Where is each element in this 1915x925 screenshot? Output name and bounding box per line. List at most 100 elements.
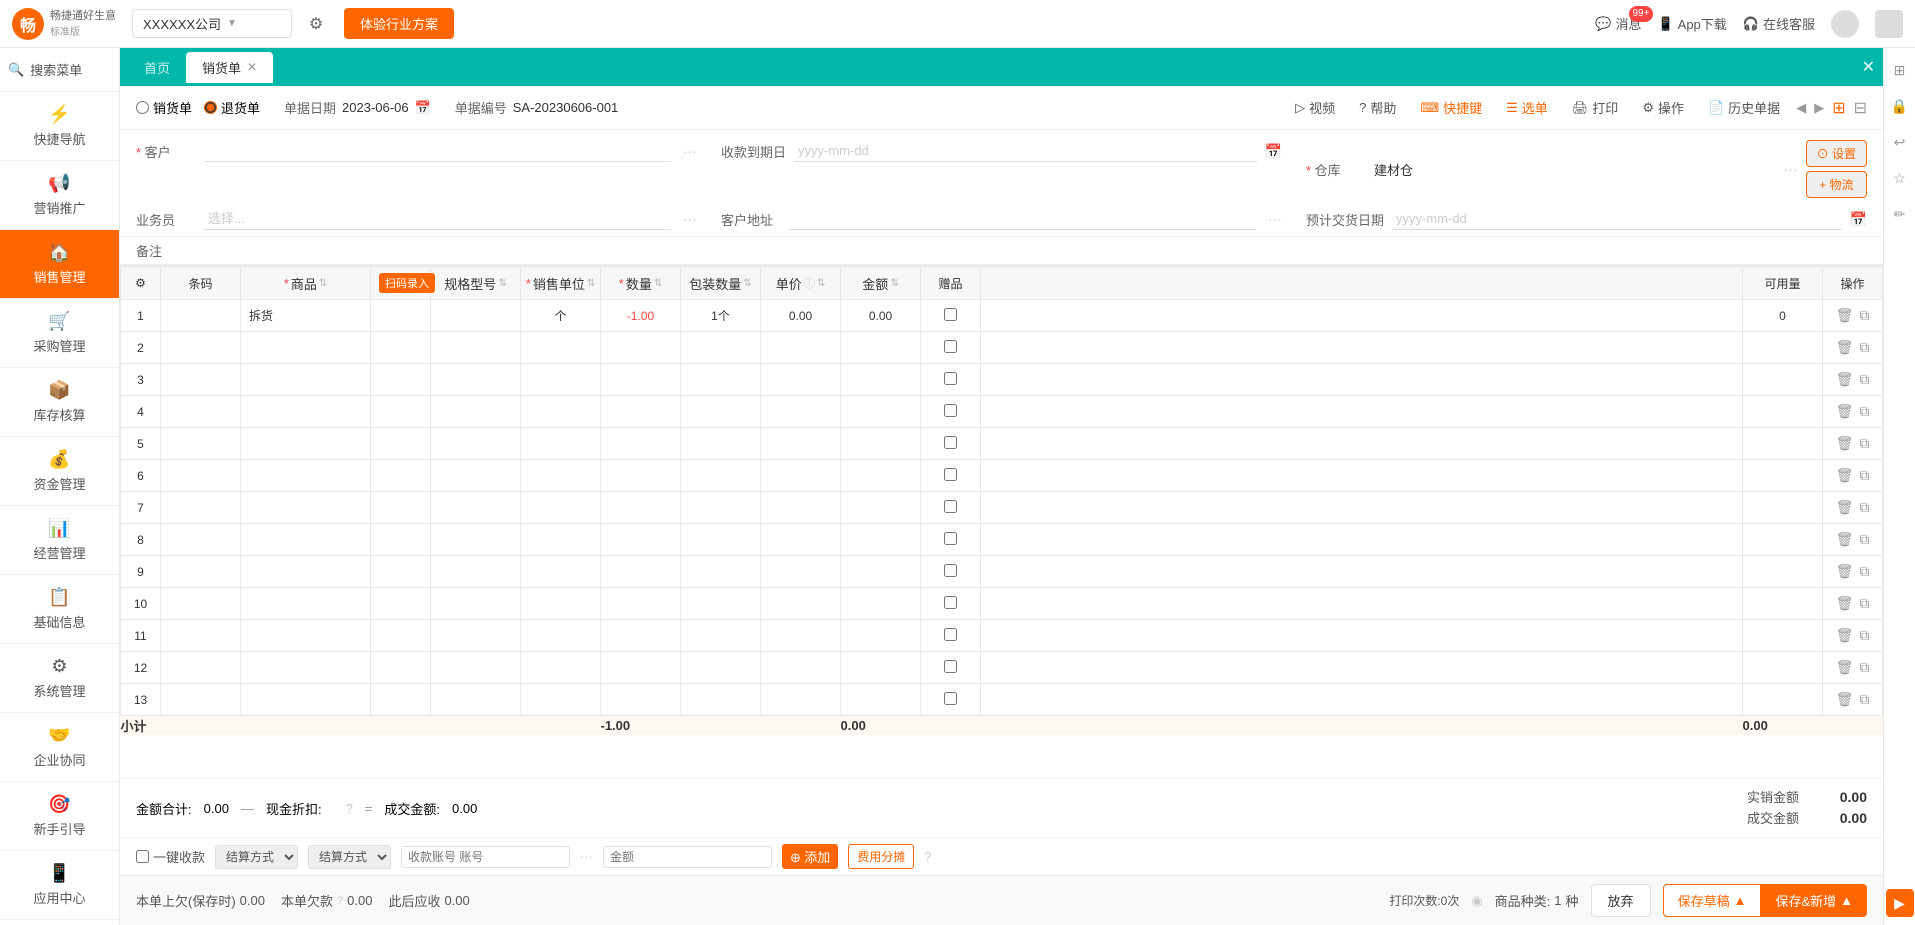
gift-checkbox[interactable]	[944, 660, 957, 673]
sidebar-item-operations[interactable]: 📊 经营管理	[0, 506, 119, 575]
cell-gift[interactable]	[921, 588, 981, 620]
help-button[interactable]: ? 帮助	[1351, 94, 1404, 121]
expected-delivery-input[interactable]	[1392, 208, 1842, 230]
tab-sales-order[interactable]: 销货单 ✕	[186, 52, 273, 83]
sidebar-item-system[interactable]: ⚙ 系统管理	[0, 644, 119, 713]
radio-sale-order[interactable]: 销货单	[136, 98, 192, 117]
gift-checkbox[interactable]	[944, 372, 957, 385]
delete-row-icon[interactable]: 🗑	[1836, 531, 1854, 548]
gift-checkbox[interactable]	[944, 404, 957, 417]
sidebar-item-quick-nav[interactable]: ⚡ 快捷导航	[0, 92, 119, 161]
cell-gift[interactable]	[921, 652, 981, 684]
cell-price[interactable]	[761, 428, 841, 460]
delete-row-icon[interactable]: 🗑	[1836, 595, 1854, 612]
delete-row-icon[interactable]: 🗑	[1836, 691, 1854, 708]
video-button[interactable]: ▷ 视频	[1287, 94, 1343, 121]
sidebar-item-app-center[interactable]: 📱 应用中心	[0, 851, 119, 920]
sidebar-item-sales[interactable]: 🏠 销售管理	[0, 230, 119, 299]
expense-split-button[interactable]: 费用分摊	[848, 844, 914, 869]
cell-spec[interactable]	[431, 524, 521, 556]
cell-qty[interactable]	[601, 556, 681, 588]
barcode-input[interactable]	[169, 629, 232, 643]
discount-help-icon[interactable]: ?	[346, 801, 353, 816]
barcode-input[interactable]	[169, 309, 232, 323]
barcode-input[interactable]	[169, 341, 232, 355]
cell-price[interactable]	[761, 652, 841, 684]
cell-price[interactable]	[761, 588, 841, 620]
cell-barcode[interactable]	[161, 620, 241, 652]
cell-qty[interactable]	[601, 364, 681, 396]
sidebar-item-marketing[interactable]: 📢 营销推广	[0, 161, 119, 230]
save-new-button[interactable]: 保存&新增 ▲	[1761, 884, 1867, 917]
cell-spec[interactable]	[431, 652, 521, 684]
one-click-payment-checkbox[interactable]: 一键收款	[136, 847, 205, 866]
cell-price[interactable]	[761, 684, 841, 716]
copy-row-icon[interactable]: ⧉	[1859, 403, 1869, 420]
cell-product[interactable]	[241, 364, 371, 396]
cell-barcode[interactable]	[161, 524, 241, 556]
print-button[interactable]: 🖨 打印	[1564, 94, 1627, 121]
collection-date-icon[interactable]: 📅	[1265, 143, 1282, 160]
cell-product[interactable]	[241, 588, 371, 620]
scan-button[interactable]: 扫码录入	[379, 273, 435, 293]
right-panel-edit[interactable]: ✏	[1886, 200, 1914, 228]
one-click-checkbox-input[interactable]	[136, 850, 149, 863]
cell-qty[interactable]	[601, 524, 681, 556]
copy-row-icon[interactable]: ⧉	[1859, 691, 1869, 708]
gift-checkbox[interactable]	[944, 468, 957, 481]
cell-barcode[interactable]	[161, 396, 241, 428]
delete-row-icon[interactable]: 🗑	[1836, 307, 1854, 324]
cell-price[interactable]	[761, 556, 841, 588]
cell-gift[interactable]	[921, 492, 981, 524]
right-panel-lock[interactable]: 🔒	[1886, 92, 1914, 120]
cell-price[interactable]	[761, 396, 841, 428]
cell-qty[interactable]	[601, 396, 681, 428]
cell-barcode[interactable]	[161, 300, 241, 332]
cell-product[interactable]	[241, 620, 371, 652]
company-selector[interactable]: XXXXXX公司 ▼	[132, 9, 292, 38]
delete-row-icon[interactable]: 🗑	[1836, 499, 1854, 516]
cell-barcode[interactable]	[161, 364, 241, 396]
cell-gift[interactable]	[921, 620, 981, 652]
copy-row-icon[interactable]: ⧉	[1859, 499, 1869, 516]
expected-delivery-icon[interactable]: 📅	[1850, 211, 1867, 228]
delete-row-icon[interactable]: 🗑	[1836, 563, 1854, 580]
sidebar-item-finance[interactable]: 💰 资金管理	[0, 437, 119, 506]
warehouse-more-icon[interactable]: ···	[1784, 161, 1798, 177]
customer-address-input[interactable]	[789, 208, 1256, 230]
cell-product[interactable]	[241, 460, 371, 492]
sidebar-item-guide[interactable]: 🎯 新手引导	[0, 782, 119, 851]
cell-spec[interactable]	[431, 620, 521, 652]
cell-price[interactable]	[761, 460, 841, 492]
copy-row-icon[interactable]: ⧉	[1859, 659, 1869, 676]
copy-row-icon[interactable]: ⧉	[1859, 339, 1869, 356]
gift-checkbox[interactable]	[944, 692, 957, 705]
cell-spec[interactable]	[431, 684, 521, 716]
right-panel-refresh[interactable]: ↩	[1886, 128, 1914, 156]
sidebar-item-inventory[interactable]: 📦 库存核算	[0, 368, 119, 437]
barcode-input[interactable]	[169, 501, 232, 515]
copy-row-icon[interactable]: ⧉	[1859, 435, 1869, 452]
delete-row-icon[interactable]: 🗑	[1836, 435, 1854, 452]
tab-close-icon[interactable]: ✕	[247, 60, 257, 74]
shortcut-button[interactable]: ⌨ 快捷键	[1412, 94, 1490, 121]
operation-button[interactable]: ⚙ 操作	[1634, 94, 1692, 121]
close-all-tabs-button[interactable]: ✕	[1862, 57, 1875, 77]
form-settings-button[interactable]: ⊙ 设置	[1806, 140, 1867, 167]
copy-row-icon[interactable]: ⧉	[1859, 307, 1869, 324]
sidebar-item-purchase[interactable]: 🛒 采购管理	[0, 299, 119, 368]
barcode-input[interactable]	[169, 661, 232, 675]
save-draft-button[interactable]: 保存草稿 ▲	[1663, 884, 1762, 917]
cell-product[interactable]: 拆货	[241, 300, 371, 332]
cell-price[interactable]	[761, 332, 841, 364]
account-more-icon[interactable]: ···	[580, 849, 593, 864]
barcode-input[interactable]	[169, 565, 232, 579]
cell-product[interactable]	[241, 492, 371, 524]
salesman-input[interactable]	[204, 208, 671, 230]
cell-barcode[interactable]	[161, 652, 241, 684]
cell-spec[interactable]	[431, 492, 521, 524]
cell-qty[interactable]	[601, 684, 681, 716]
history-button[interactable]: 📄 历史单据	[1700, 94, 1788, 121]
barcode-input[interactable]	[169, 437, 232, 451]
discard-button[interactable]: 放弃	[1591, 884, 1651, 917]
